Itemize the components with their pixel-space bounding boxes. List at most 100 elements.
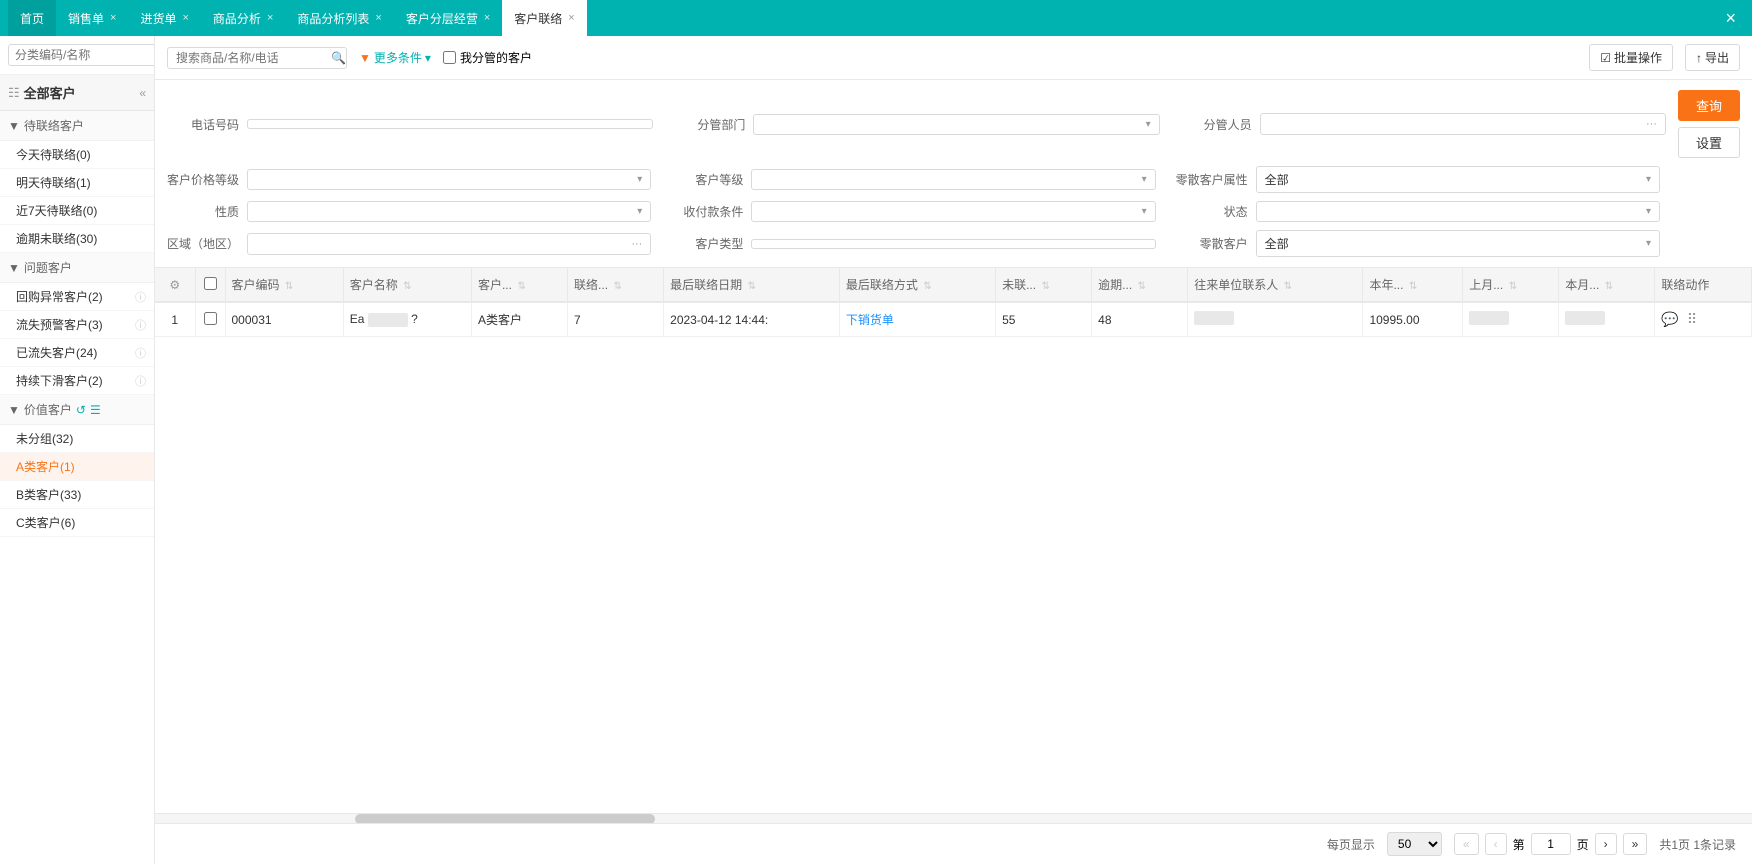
cell-check[interactable] bbox=[195, 302, 225, 337]
check-all-checkbox[interactable] bbox=[204, 277, 217, 290]
filter-control-retail[interactable]: 全部 ▾ bbox=[1256, 230, 1660, 257]
sidebar-item-overdue[interactable]: 逾期未联络(30) bbox=[0, 225, 154, 253]
tab-purchase[interactable]: 进货单 × bbox=[128, 0, 200, 36]
sort-icon-this-month[interactable]: ⇅ bbox=[1605, 281, 1613, 292]
value-refresh-icon[interactable]: ↺ bbox=[76, 403, 86, 417]
tab-product-analysis[interactable]: 商品分析 × bbox=[201, 0, 285, 36]
tab-home[interactable]: 首页 bbox=[8, 0, 56, 36]
sidebar-item-tomorrow-label: 明天待联络(1) bbox=[16, 174, 91, 191]
tab-purchase-close[interactable]: × bbox=[182, 12, 188, 24]
more-btn-region[interactable]: ··· bbox=[631, 238, 642, 250]
my-customers-filter[interactable]: 我分管的客户 bbox=[443, 49, 532, 66]
tab-customer-tier-close[interactable]: × bbox=[484, 12, 490, 24]
table-settings-icon[interactable]: ⚙ bbox=[169, 278, 180, 292]
first-page-button[interactable]: « bbox=[1454, 833, 1479, 855]
sort-icon-code[interactable]: ⇅ bbox=[285, 281, 293, 292]
tab-product-analysis-close[interactable]: × bbox=[267, 12, 273, 24]
sidebar-item-7days[interactable]: 近7天待联络(0) bbox=[0, 197, 154, 225]
close-all-button[interactable]: × bbox=[1717, 8, 1744, 29]
sidebar-collapse-icon[interactable]: « bbox=[139, 86, 146, 100]
sidebar-item-churn-warning[interactable]: 流失预警客户(3) ⓘ bbox=[0, 311, 154, 339]
last-page-button[interactable]: » bbox=[1623, 833, 1648, 855]
sort-icon-last-date[interactable]: ⇅ bbox=[748, 281, 756, 292]
filter-search-icon[interactable]: 🔍 bbox=[331, 51, 346, 65]
query-button[interactable]: 查询 bbox=[1678, 90, 1740, 121]
filter-row-4: 区域（地区） ··· 客户类型 零散客户 bbox=[167, 230, 1740, 257]
sidebar-item-churned[interactable]: 已流失客户(24) ⓘ bbox=[0, 339, 154, 367]
filter-control-phone[interactable] bbox=[247, 119, 653, 129]
my-customers-checkbox[interactable] bbox=[443, 51, 456, 64]
table-scroll-track[interactable] bbox=[155, 813, 1752, 823]
col-header-name: 客户名称 ⇅ bbox=[343, 268, 471, 302]
tab-product-analysis-list-close[interactable]: × bbox=[375, 12, 381, 24]
filter-control-payment[interactable]: ▾ bbox=[751, 201, 1155, 222]
page-number-input[interactable] bbox=[1531, 833, 1571, 855]
sidebar-item-abnormal[interactable]: 回购异常客户(2) ⓘ bbox=[0, 283, 154, 311]
sidebar-item-today[interactable]: 今天待联络(0) bbox=[0, 141, 154, 169]
row-checkbox[interactable] bbox=[204, 312, 217, 325]
sort-icon-partner-contacts[interactable]: ⇅ bbox=[1284, 281, 1292, 292]
sort-icon-last-month[interactable]: ⇅ bbox=[1509, 281, 1517, 292]
filter-control-customer-level[interactable]: ▾ bbox=[751, 169, 1155, 190]
col-settings[interactable]: ⚙ bbox=[155, 268, 195, 302]
sidebar-item-tomorrow[interactable]: 明天待联络(1) bbox=[0, 169, 154, 197]
more-btn-manager[interactable]: ··· bbox=[1646, 118, 1657, 130]
filter-control-retail-attr[interactable]: 全部 ▾ bbox=[1256, 166, 1660, 193]
sidebar-item-overdue-label: 逾期未联络(30) bbox=[16, 230, 97, 247]
sort-icon-name[interactable]: ⇅ bbox=[403, 281, 411, 292]
sidebar-section-pending[interactable]: ▼ 待联络客户 bbox=[0, 111, 154, 141]
page-size-select[interactable]: 50 100 200 bbox=[1387, 832, 1442, 856]
action-more-icon[interactable]: ⠿ bbox=[1687, 311, 1697, 328]
filter-control-dept[interactable]: ▾ bbox=[753, 114, 1159, 135]
filter-control-price-level[interactable]: ▾ bbox=[247, 169, 651, 190]
filter-control-nature[interactable]: ▾ bbox=[247, 201, 651, 222]
col-header-code: 客户编码 ⇅ bbox=[225, 268, 343, 302]
partner-contacts-blurred bbox=[1194, 311, 1234, 325]
tab-sales[interactable]: 销售单 × bbox=[56, 0, 128, 36]
sidebar-section-value[interactable]: ▼ 价值客户 ↺ ☰ bbox=[0, 395, 154, 425]
batch-operation-button[interactable]: ☑ 批量操作 bbox=[1589, 44, 1673, 71]
action-chat-icon[interactable]: 💬 bbox=[1661, 311, 1678, 328]
filter-control-status[interactable]: ▾ bbox=[1256, 201, 1660, 222]
value-settings-icon[interactable]: ☰ bbox=[90, 403, 101, 417]
page-suffix: 页 bbox=[1577, 836, 1589, 853]
prev-page-button[interactable]: ‹ bbox=[1485, 833, 1507, 855]
filter-more-conditions[interactable]: ▼ 更多条件 ▾ bbox=[359, 49, 431, 66]
sidebar-item-class-a[interactable]: A类客户(1) bbox=[0, 453, 154, 481]
table-container: ⚙ 客户编码 ⇅ 客户名称 ⇅ bbox=[155, 268, 1752, 813]
sidebar-item-class-b[interactable]: B类客户(33) bbox=[0, 481, 154, 509]
filter-control-manager[interactable]: ··· bbox=[1260, 113, 1666, 135]
col-check-all[interactable] bbox=[195, 268, 225, 302]
col-label-action: 联络动作 bbox=[1661, 278, 1709, 292]
sort-icon-type[interactable]: ⇅ bbox=[517, 281, 525, 292]
filter-search-input[interactable] bbox=[176, 51, 331, 65]
sidebar-item-unclassified[interactable]: 未分组(32) bbox=[0, 425, 154, 453]
last-method-link[interactable]: 下销货单 bbox=[846, 313, 894, 327]
sort-icon-contact[interactable]: ⇅ bbox=[613, 281, 621, 292]
next-page-button[interactable]: › bbox=[1595, 833, 1617, 855]
export-button[interactable]: ↑ 导出 bbox=[1685, 44, 1740, 71]
tab-customer-tier[interactable]: 客户分层经营 × bbox=[394, 0, 502, 36]
tab-customer-contact[interactable]: 客户联络 × bbox=[502, 0, 586, 36]
tab-product-analysis-list[interactable]: 商品分析列表 × bbox=[285, 0, 393, 36]
sidebar-section-problem[interactable]: ▼ 问题客户 bbox=[0, 253, 154, 283]
col-header-this-month: 本月... ⇅ bbox=[1559, 268, 1655, 302]
sidebar-item-declining[interactable]: 持续下滑客户(2) ⓘ bbox=[0, 367, 154, 395]
last-month-blurred bbox=[1469, 311, 1509, 325]
sort-icon-last-method[interactable]: ⇅ bbox=[923, 281, 931, 292]
filter-field-customer-level: 客户等级 ▾ bbox=[671, 169, 1155, 190]
tab-sales-close[interactable]: × bbox=[110, 12, 116, 24]
dropdown-arrow-customer-level: ▾ bbox=[1142, 174, 1147, 185]
sort-icon-not-contact[interactable]: ⇅ bbox=[1041, 281, 1049, 292]
filter-control-region[interactable]: ··· bbox=[247, 233, 651, 255]
sort-icon-year-amount[interactable]: ⇅ bbox=[1409, 281, 1417, 292]
sidebar-item-class-c[interactable]: C类客户(6) bbox=[0, 509, 154, 537]
tab-customer-contact-close[interactable]: × bbox=[568, 12, 574, 24]
export-label: 导出 bbox=[1705, 49, 1729, 66]
filter-control-customer-type[interactable] bbox=[751, 239, 1155, 249]
settings-button[interactable]: 设置 bbox=[1678, 127, 1740, 158]
sidebar-search-input[interactable] bbox=[8, 44, 155, 66]
cell-num: 1 bbox=[155, 302, 195, 337]
sort-icon-overdue[interactable]: ⇅ bbox=[1138, 281, 1146, 292]
sidebar-all-customers[interactable]: ☷ 全部客户 « bbox=[0, 75, 154, 111]
